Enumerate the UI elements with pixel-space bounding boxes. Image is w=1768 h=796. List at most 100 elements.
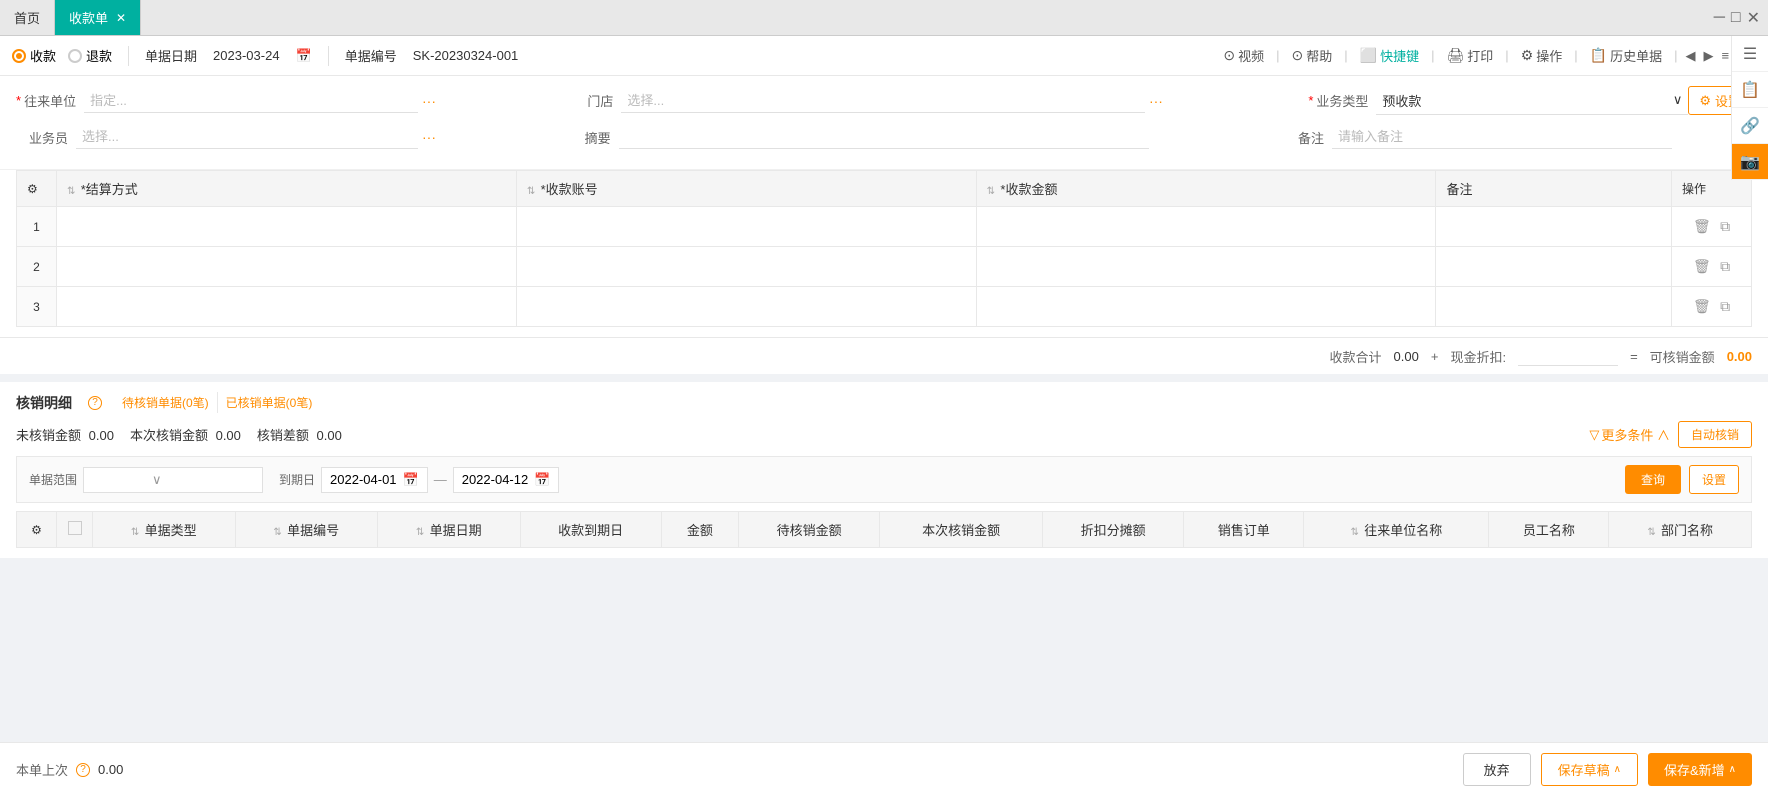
print-btn[interactable]: 🖨 打印 <box>1443 44 1498 67</box>
account-cell-2[interactable] <box>516 247 976 287</box>
col-notes: 备注 <box>1436 171 1672 207</box>
business-type-select[interactable]: 预收款 ∨ <box>1376 87 1688 115</box>
calendar-icon[interactable]: 📅 <box>296 48 312 64</box>
col-dept-recon: ⇅ 部门名称 <box>1609 512 1752 548</box>
more-conditions-btn[interactable]: ▽ 更多条件 ∧ <box>1589 425 1670 444</box>
query-button[interactable]: 查询 <box>1625 465 1681 494</box>
save-new-label: 保存&新增 <box>1664 760 1725 779</box>
shortcut-btn[interactable]: ⬜ 快捷键 <box>1356 44 1423 67</box>
tab-done[interactable]: 已核销单据(0笔) <box>217 392 321 413</box>
recon-settings-btn[interactable]: 设置 <box>1689 465 1739 494</box>
bill-no-value[interactable]: SK-20230324-001 <box>413 48 519 63</box>
maximize-icon[interactable]: □ <box>1731 9 1741 27</box>
sidebar-icon-document[interactable]: 📋 <box>1732 72 1768 108</box>
notes-cell-1[interactable] <box>1436 207 1672 247</box>
col-gear-recon[interactable]: ⚙ <box>17 512 57 548</box>
recon-title: 核销明细 <box>16 393 72 413</box>
notes-input[interactable] <box>1332 125 1672 149</box>
settlement-cell-2[interactable] <box>57 247 517 287</box>
video-btn[interactable]: ⊙ 视频 <box>1219 44 1268 67</box>
toolbar-right-actions: ⊙ 视频 | ⊙ 帮助 | ⬜ 快捷键 | 🖨 打印 | ⚙ 操作 | 📋 历史… <box>1219 44 1756 67</box>
date-label: 到期日 <box>279 471 315 488</box>
delete-icon-2[interactable]: 🗑 <box>1693 258 1711 274</box>
help-btn[interactable]: ⊙ 帮助 <box>1288 44 1337 67</box>
col-checkbox-recon[interactable] <box>57 512 93 548</box>
store-more-icon[interactable]: ··· <box>1149 93 1163 109</box>
bill-date-value[interactable]: 2023-03-24 <box>213 48 280 63</box>
close-icon[interactable]: ✕ <box>1747 8 1760 28</box>
store-input[interactable] <box>621 89 1145 113</box>
account-cell-3[interactable] <box>516 287 976 327</box>
sidebar-icon-table[interactable]: ☰ <box>1732 36 1768 72</box>
auto-reconcile-btn[interactable]: 自动核销 <box>1678 421 1752 448</box>
salesperson-input[interactable] <box>76 125 418 149</box>
nav-list-icon[interactable]: ≡ <box>1722 48 1730 63</box>
footer-this-time-label: 本单上次 <box>16 760 68 779</box>
summary-input[interactable] <box>619 125 1150 149</box>
date-to-value: 2022-04-12 <box>462 472 529 487</box>
discount-label: 现金折扣: <box>1450 347 1506 366</box>
nav-next-icon[interactable]: ▶ <box>1704 48 1714 64</box>
total-value: 0.00 <box>1394 349 1419 364</box>
ops-btn[interactable]: ⚙ 操作 <box>1517 44 1567 67</box>
tab-close-icon[interactable]: ✕ <box>116 11 126 25</box>
total-label: 收款合计 <box>1330 347 1382 366</box>
history-btn[interactable]: 📋 历史单据 <box>1586 44 1666 67</box>
recon-info-icon[interactable]: ? <box>88 396 102 410</box>
copy-icon-1[interactable]: ⧉ <box>1720 218 1730 234</box>
filter-icon: ▽ <box>1589 427 1599 443</box>
copy-icon-3[interactable]: ⧉ <box>1720 298 1730 314</box>
range-select[interactable]: ∨ <box>83 467 263 493</box>
available-value: 0.00 <box>1727 349 1752 364</box>
summary-row: 收款合计 0.00 + 现金折扣: = 可核销金额 0.00 <box>0 337 1768 374</box>
date-to-input[interactable]: 2022-04-12 📅 <box>453 467 560 493</box>
minimize-icon[interactable]: ─ <box>1714 9 1725 27</box>
footer-this-time-value: 0.00 <box>98 762 123 777</box>
col-settings[interactable]: ⚙ <box>17 171 57 207</box>
delete-icon-1[interactable]: 🗑 <box>1693 218 1711 234</box>
discount-input[interactable] <box>1518 346 1618 366</box>
business-type-field: * 业务类型 预收款 ∨ <box>1308 87 1688 115</box>
table-row: 2 🗑 ⧉ <box>17 247 1752 287</box>
amount-cell-3[interactable] <box>976 287 1436 327</box>
col-discount-recon: 折扣分摊额 <box>1042 512 1183 548</box>
save-chevron-icon: ∧ <box>1729 764 1736 775</box>
discard-button[interactable]: 放弃 <box>1463 753 1531 786</box>
delete-icon-3[interactable]: 🗑 <box>1693 298 1711 314</box>
plus-sign: + <box>1431 349 1439 364</box>
counterparty-label: 往来单位 <box>24 91 84 110</box>
notes-field: 备注 <box>1292 125 1672 149</box>
save-draft-button[interactable]: 保存草稿 ∧ <box>1541 753 1638 786</box>
sidebar-icon-camera[interactable]: 📷 <box>1732 144 1768 180</box>
form-section: * 往来单位 ··· 门店 ··· * 业务类型 预收款 ∨ ⚙ 设置 <box>0 76 1768 170</box>
notes-cell-3[interactable] <box>1436 287 1672 327</box>
recon-right-actions: ▽ 更多条件 ∧ 自动核销 <box>1589 421 1752 448</box>
settlement-cell-3[interactable] <box>57 287 517 327</box>
radio-collection[interactable]: 收款 <box>12 46 56 65</box>
notes-cell-2[interactable] <box>1436 247 1672 287</box>
copy-icon-2[interactable]: ⧉ <box>1720 258 1730 274</box>
tab-home[interactable]: 首页 <box>0 0 55 35</box>
amount-cell-1[interactable] <box>976 207 1436 247</box>
sidebar-icon-link[interactable]: 🔗 <box>1732 108 1768 144</box>
footer-info-icon[interactable]: ? <box>76 763 90 777</box>
tab-collection[interactable]: 收款单 ✕ <box>55 0 141 35</box>
settlement-cell-1[interactable] <box>57 207 517 247</box>
account-cell-1[interactable] <box>516 207 976 247</box>
date-filter: 到期日 2022-04-01 📅 — 2022-04-12 📅 <box>279 467 559 493</box>
salesperson-more-icon[interactable]: ··· <box>422 129 436 145</box>
draft-chevron-icon: ∧ <box>1614 764 1621 775</box>
counterparty-input[interactable] <box>84 89 418 113</box>
window-controls: ─ □ ✕ <box>1714 8 1768 28</box>
nav-prev-icon[interactable]: ◀ <box>1686 48 1696 64</box>
calendar-to-icon: 📅 <box>534 472 550 488</box>
help-icon: ⊙ <box>1292 47 1304 64</box>
filter-row: 单据范围 ∨ 到期日 2022-04-01 📅 — 2022-04-12 📅 查… <box>16 456 1752 503</box>
tab-pending[interactable]: 待核销单据(0笔) <box>114 392 217 413</box>
radio-refund[interactable]: 退款 <box>68 46 112 65</box>
save-new-button[interactable]: 保存&新增 ∧ <box>1648 753 1752 786</box>
select-all-checkbox[interactable] <box>68 521 82 535</box>
date-from-input[interactable]: 2022-04-01 📅 <box>321 467 428 493</box>
amount-cell-2[interactable] <box>976 247 1436 287</box>
counterparty-more-icon[interactable]: ··· <box>422 93 436 109</box>
